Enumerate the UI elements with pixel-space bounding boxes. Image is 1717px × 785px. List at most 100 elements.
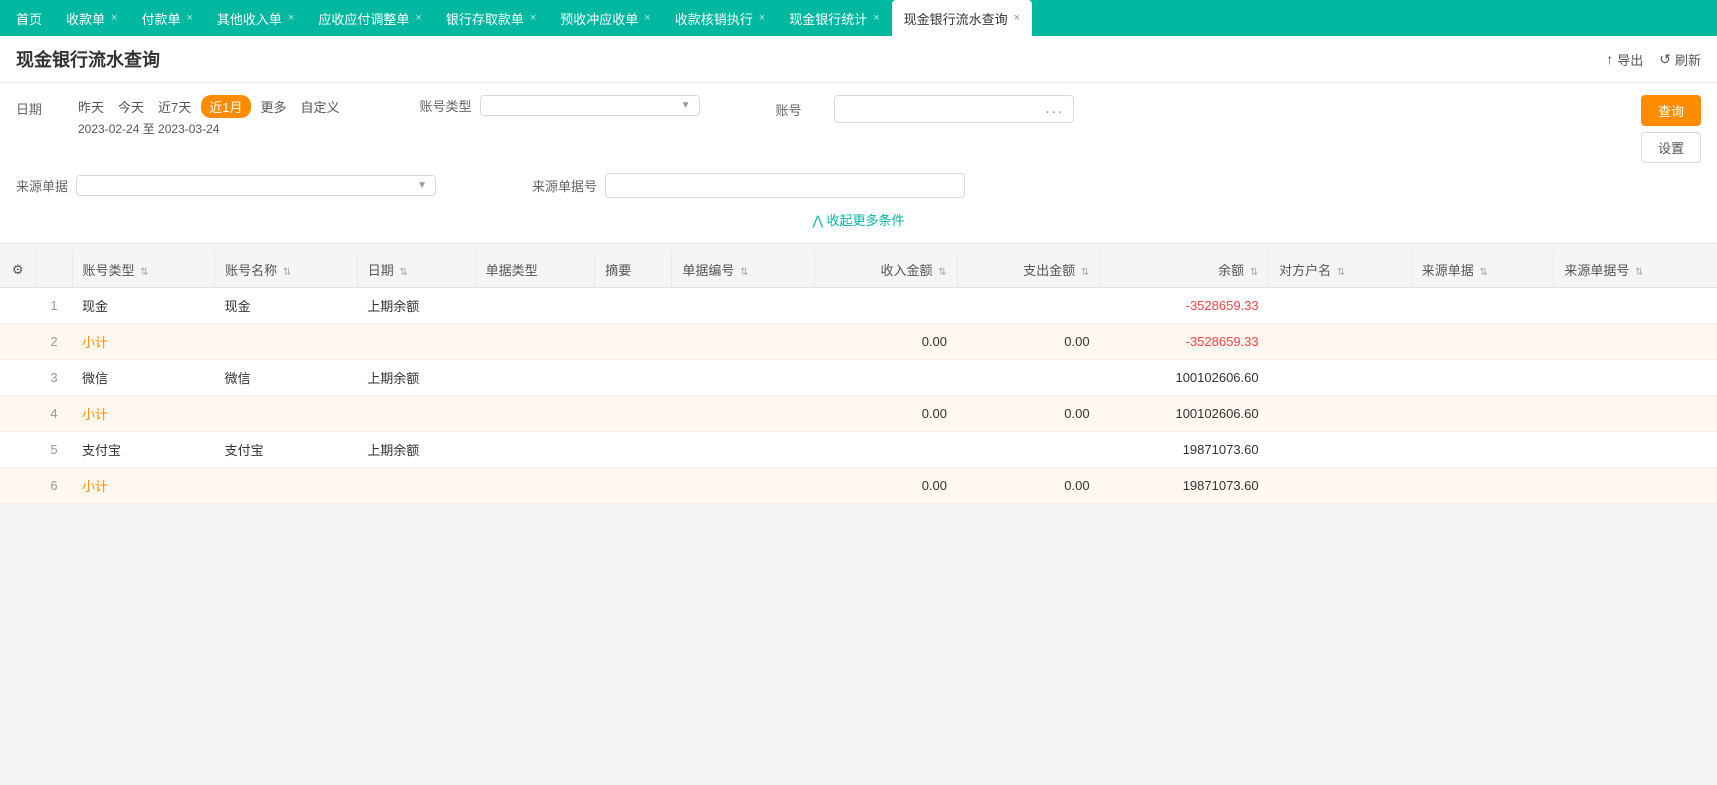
th-account-name[interactable]: 账号名称 ⇅ [215,252,358,288]
nav-label-bank-deposit: 银行存取款单 [446,9,524,28]
th-balance[interactable]: 余额 ⇅ [1100,252,1269,288]
td-summary [595,396,672,432]
td-counterpart [1269,324,1412,360]
td-index: 5 [36,432,72,468]
refresh-button[interactable]: ↺ 刷新 [1659,50,1701,69]
th-account-type-sort: ⇅ [140,267,148,278]
date-btn-today[interactable]: 今天 [114,95,148,118]
td-doc-type [475,324,595,360]
date-btn-7days[interactable]: 近7天 [154,95,195,118]
td-date [357,468,475,504]
date-range-display: 2023-02-24 至 2023-03-24 [78,120,344,137]
nav-item-adjustment[interactable]: 应收应付调整单 × [306,0,433,36]
nav-item-payments[interactable]: 付款单 × [129,0,204,36]
th-source-doc[interactable]: 来源单据 ⇅ [1411,252,1554,288]
td-income [814,432,957,468]
th-source-doc-no[interactable]: 来源单据号 ⇅ [1554,252,1717,288]
nav-item-prepay[interactable]: 预收冲应收单 × [548,0,662,36]
td-index: 4 [36,396,72,432]
nav-close-receipts[interactable]: × [111,12,117,24]
source-doc-no-input[interactable] [605,173,965,198]
td-balance: 19871073.60 [1100,468,1269,504]
td-doc-type [475,468,595,504]
account-dots-btn[interactable]: ... [1045,100,1064,118]
account-input[interactable] [843,102,1046,117]
source-doc-no-label: 来源单据号 [532,176,597,195]
th-expense-sort: ⇅ [1081,267,1089,278]
nav-item-flow[interactable]: 现金银行流水查询 × [892,0,1032,36]
nav-item-other-income[interactable]: 其他收入单 × [205,0,306,36]
td-source-doc-no [1554,432,1717,468]
td-counterpart [1269,360,1412,396]
th-doc-type-label: 单据类型 [486,263,538,278]
query-button[interactable]: 查询 [1641,95,1701,126]
td-expense: 0.00 [957,468,1100,504]
td-gear [0,468,36,504]
account-type-select[interactable]: ▼ [480,95,700,116]
source-doc-select[interactable]: ▼ [76,175,436,196]
td-source-doc [1411,324,1554,360]
td-index: 3 [36,360,72,396]
date-btn-1month[interactable]: 近1月 [201,95,250,118]
date-btn-more[interactable]: 更多 [257,95,291,118]
export-label: 导出 [1617,50,1643,69]
nav-item-bank-deposit[interactable]: 银行存取款单 × [434,0,548,36]
nav-close-bank-deposit[interactable]: × [530,12,536,24]
th-income[interactable]: 收入金额 ⇅ [814,252,957,288]
nav-close-flow[interactable]: × [1014,12,1020,24]
nav-item-receipts[interactable]: 收款单 × [54,0,129,36]
td-account-name: 微信 [215,360,358,396]
td-doc-no [672,360,815,396]
nav-close-prepay[interactable]: × [644,12,650,24]
source-doc-label: 来源单据 [16,176,68,195]
th-account-type[interactable]: 账号类型 ⇅ [72,252,215,288]
nav-item-verify[interactable]: 收款核销执行 × [663,0,777,36]
th-gear[interactable]: ⚙ [0,252,36,288]
settings-button[interactable]: 设置 [1641,132,1701,163]
collapse-icon: ⋀ [812,213,823,228]
td-balance: 19871073.60 [1100,432,1269,468]
td-gear [0,360,36,396]
td-income: 0.00 [814,324,957,360]
date-btn-yesterday[interactable]: 昨天 [74,95,108,118]
th-expense-label: 支出金额 [1023,263,1075,278]
table-row: 1 现金 现金 上期余额 -3528659.33 [0,288,1717,324]
td-source-doc [1411,288,1554,324]
nav-label-other-income: 其他收入单 [217,9,282,28]
nav-item-home[interactable]: 首页 [4,0,54,36]
collapse-bar[interactable]: ⋀ 收起更多条件 [16,204,1701,231]
th-doc-no[interactable]: 单据编号 ⇅ [672,252,815,288]
td-counterpart [1269,468,1412,504]
nav-label-stats: 现金银行统计 [789,9,867,28]
td-doc-no [672,324,815,360]
td-expense [957,360,1100,396]
nav-close-other-income[interactable]: × [288,12,294,24]
td-balance: 100102606.60 [1100,396,1269,432]
td-summary [595,468,672,504]
th-date[interactable]: 日期 ⇅ [357,252,475,288]
th-counterpart-sort: ⇅ [1337,267,1345,278]
td-income: 0.00 [814,468,957,504]
nav-close-payments[interactable]: × [186,12,192,24]
nav-close-stats[interactable]: × [873,12,879,24]
td-account-type: 微信 [72,360,215,396]
export-button[interactable]: ↑ 导出 [1606,50,1643,69]
td-account-type: 支付宝 [72,432,215,468]
td-expense: 0.00 [957,396,1100,432]
td-summary [595,324,672,360]
th-balance-sort: ⇅ [1250,267,1258,278]
td-balance: -3528659.33 [1100,324,1269,360]
th-account-name-label: 账号名称 [225,263,277,278]
refresh-label: 刷新 [1675,50,1701,69]
nav-item-stats[interactable]: 现金银行统计 × [777,0,891,36]
nav-label-receipts: 收款单 [66,9,105,28]
nav-close-verify[interactable]: × [759,12,765,24]
td-expense: 0.00 [957,324,1100,360]
th-source-doc-sort: ⇅ [1479,267,1487,278]
th-counterpart[interactable]: 对方户名 ⇅ [1269,252,1412,288]
td-account-type: 小计 [72,324,215,360]
date-btn-custom[interactable]: 自定义 [297,95,344,118]
nav-close-adjustment[interactable]: × [415,12,421,24]
th-expense[interactable]: 支出金额 ⇅ [957,252,1100,288]
td-doc-no [672,396,815,432]
